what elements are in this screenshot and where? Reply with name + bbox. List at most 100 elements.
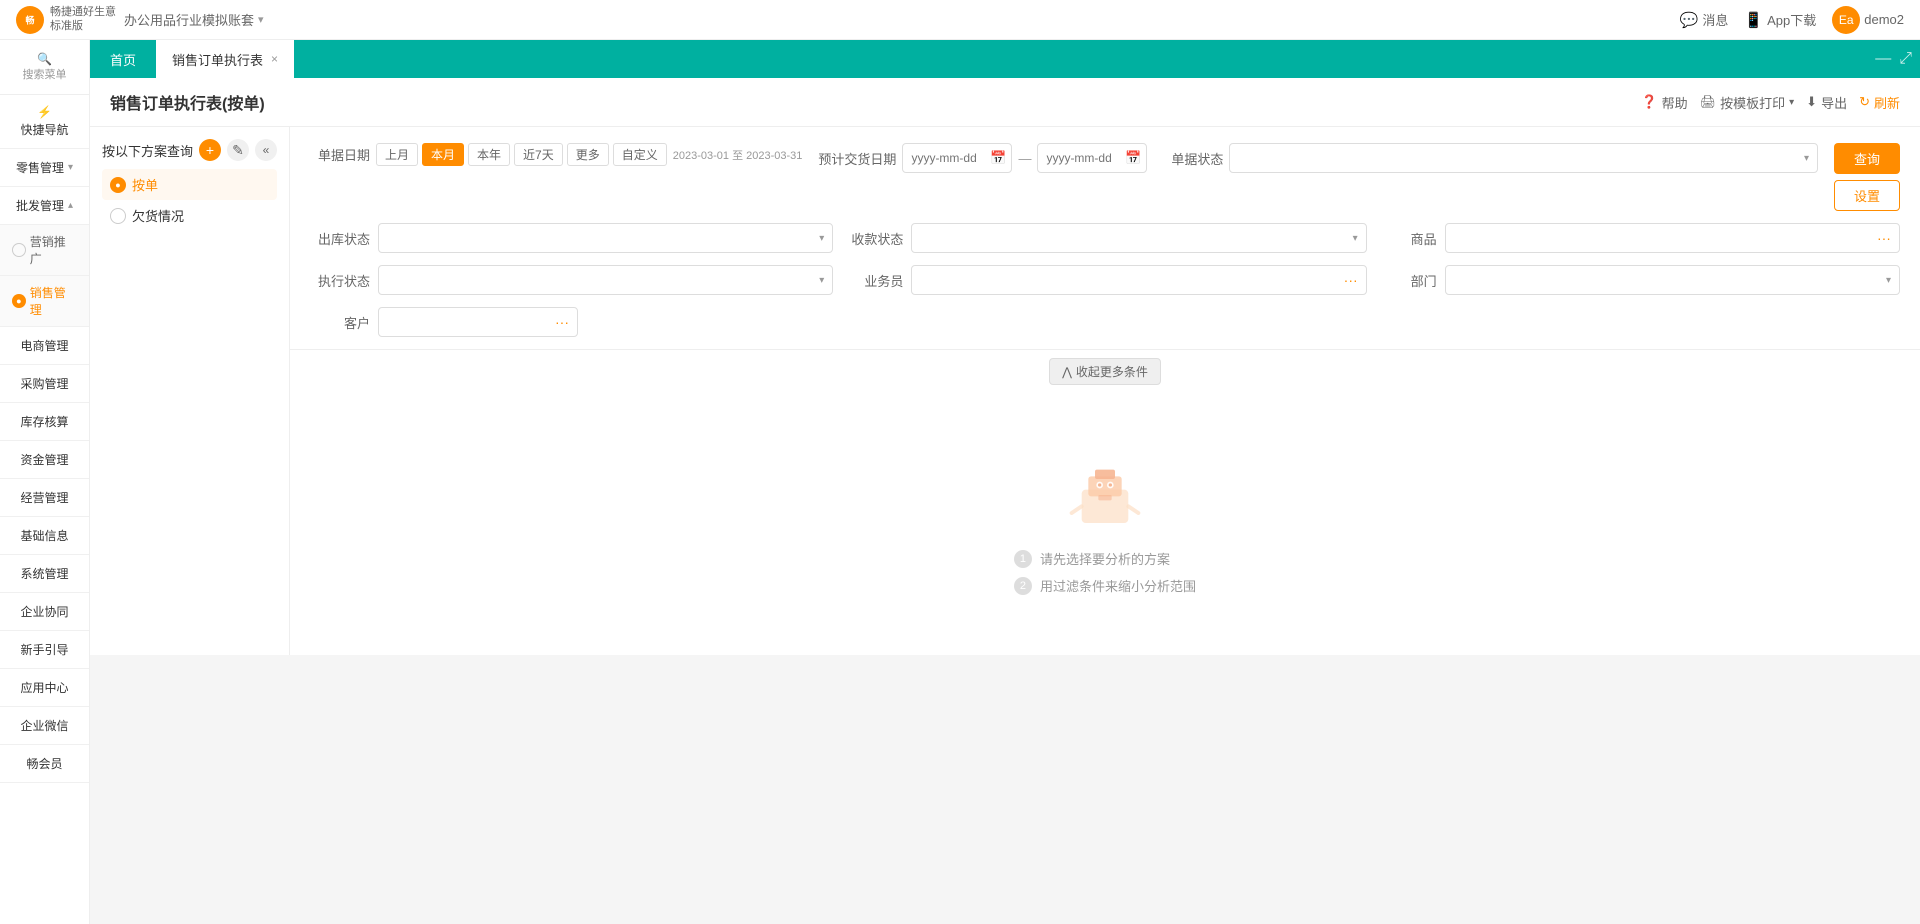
sidebar-item-lingshougul[interactable]: 零售管理 ▾ [0,149,89,187]
date-preset-jin7tian[interactable]: 近7天 [514,143,563,166]
collection-arrow-icon: ▾ [1353,233,1358,244]
scheme-edit-button[interactable]: ✎ [227,139,249,161]
collection-status-wrapper: ▾ [911,223,1366,253]
search-menu-button[interactable]: 🔍 搜索菜单 [8,48,81,86]
date-section: 单据日期 上月 本月 本年 近7天 更多 自定义 2023-03-01 至 20… [310,143,802,166]
settings-button[interactable]: 设置 [1834,180,1900,211]
sidebar-item-qiyeweixin[interactable]: 企业微信 [0,707,89,745]
breadcrumb-arrow-icon[interactable]: ▾ [258,13,264,26]
salesperson-input[interactable]: ··· [911,265,1366,295]
page-title: 销售订单执行表(按单) [110,90,265,126]
empty-tips: 1 请先选择要分析的方案 2 用过滤条件来缩小分析范围 [1014,549,1196,595]
sidebar-item-kuaijie[interactable]: ⚡ 快捷导航 [0,95,89,149]
sidebar-sub-pifa: 营销推广 ● 销售管理 [0,225,89,327]
sidebar-item-zijinguanli[interactable]: 资金管理 [0,441,89,479]
delivery-date-end-wrapper: 📅 [1037,143,1147,173]
sidebar-item-changhuyuan[interactable]: 畅会员 [0,745,89,783]
query-button[interactable]: 查询 [1834,143,1900,174]
refresh-icon: ↻ [1859,94,1870,110]
user-menu[interactable]: Ea demo2 [1832,6,1904,34]
sidebar-item-yingyongzhongxin[interactable]: 应用中心 [0,669,89,707]
left-panel: 按以下方案查询 + ✎ « ● 按单 欠货情况 [90,127,290,655]
customer-field: 客户 ··· [310,307,578,337]
sidebar-item-yingxiao[interactable]: 营销推广 [0,225,89,276]
execution-status-dropdown[interactable]: ▾ [378,265,833,295]
date-preset-bennian[interactable]: 本年 [468,143,510,166]
sidebar-item-jichuxxinxi[interactable]: 基础信息 [0,517,89,555]
app-download-button[interactable]: 📱 App下载 [1744,10,1816,29]
delivery-date-start-wrapper: 📅 [902,143,1012,173]
maximize-window-button[interactable]: ⤢ [1899,50,1912,68]
print-template-button[interactable]: 🖨 按模板打印 ▾ [1700,93,1795,112]
delivery-status-dropdown[interactable]: ▾ [378,223,833,253]
tip-num-2: 2 [1014,577,1032,595]
help-icon: ❓ [1641,94,1657,110]
sidebar-item-qiyexieyi[interactable]: 企业协同 [0,593,89,631]
customer-input[interactable]: ··· [378,307,578,337]
scheme-header: 按以下方案查询 + ✎ « [102,139,277,161]
sidebar-item-kucunhesuan[interactable]: 库存核算 [0,403,89,441]
date-preset-benyue[interactable]: 本月 [422,143,464,166]
delivery-status-wrapper: ▾ [378,223,833,253]
date-preset-custom[interactable]: 自定义 [613,143,667,166]
tab-active[interactable]: 销售订单执行表 × [156,40,294,78]
collection-status-dropdown[interactable]: ▾ [911,223,1366,253]
delivery-date-start-input[interactable] [902,143,1012,173]
top-header: 畅 畅捷通好生意 标准版 办公用品行业模拟账套 ▾ 💬 消息 📱 App下载 E… [0,0,1920,40]
order-status-dropdown[interactable]: ▾ [1229,143,1818,173]
breadcrumb-text: 办公用品行业模拟账套 [124,10,254,29]
search-icon: 🔍 [37,52,52,66]
help-button[interactable]: ❓ 帮助 [1641,93,1687,112]
message-button[interactable]: 💬 消息 [1680,10,1729,29]
logo-area: 畅 畅捷通好生意 标准版 [16,6,116,34]
print-arrow-icon: ▾ [1789,97,1794,108]
sidebar-item-pifaguanli[interactable]: 批发管理 ▴ [0,187,89,225]
app-download-icon: 📱 [1744,11,1763,29]
sidebar-item-dianshanggul[interactable]: 电商管理 [0,327,89,365]
department-dropdown[interactable]: ▾ [1445,265,1900,295]
collapse-button[interactable]: ⋀ 收起更多条件 [1049,358,1161,385]
date-range-text: 2023-03-01 至 2023-03-31 [673,147,803,163]
logo-icon: 畅 [16,6,44,34]
scheme-add-button[interactable]: + [199,139,221,161]
date-preset-more[interactable]: 更多 [567,143,609,166]
sidebar-item-xiaoshou[interactable]: ● 销售管理 [0,276,89,327]
scheme-active-icon: ● [110,177,126,193]
refresh-button[interactable]: ↻ 刷新 [1859,93,1900,112]
order-status-wrapper: ▾ [1229,143,1818,173]
tab-bar-actions: — ⤢ [1867,40,1920,78]
sidebar-item-xinshouyindao[interactable]: 新手引导 [0,631,89,669]
sidebar-item-xitonggul[interactable]: 系统管理 [0,555,89,593]
minimize-window-button[interactable]: — [1875,50,1891,68]
tab-home[interactable]: 首页 [90,40,156,78]
breadcrumb: 办公用品行业模拟账套 ▾ [124,10,264,29]
sub-item-icon [12,243,26,257]
empty-state: 1 请先选择要分析的方案 2 用过滤条件来缩小分析范围 [290,393,1920,655]
tab-spacer [294,40,1867,78]
execution-arrow-icon: ▾ [819,275,824,286]
expected-delivery-section: 预计交货日期 📅 — 📅 [818,143,1147,173]
empty-illustration [1065,453,1145,533]
sidebar-item-caigou[interactable]: 采购管理 [0,365,89,403]
filter-row-4: 客户 ··· [310,307,1900,337]
date-preset-shanguyue[interactable]: 上月 [376,143,418,166]
goods-input[interactable]: ··· [1445,223,1900,253]
export-button[interactable]: ⬇ 导出 [1806,93,1847,112]
export-icon: ⬇ [1806,94,1817,110]
filter-row-1: 单据日期 上月 本月 本年 近7天 更多 自定义 2023-03-01 至 20… [310,143,1900,211]
order-status-section: 单据状态 ▾ [1163,143,1818,173]
execution-status-field: 执行状态 ▾ [310,265,833,295]
body-area: 按以下方案查询 + ✎ « ● 按单 欠货情况 [90,127,1920,655]
sub-item-active-icon: ● [12,294,26,308]
tab-close-button[interactable]: × [271,52,278,66]
scheme-item-0[interactable]: ● 按单 [102,169,277,200]
delivery-date-end-input[interactable] [1037,143,1147,173]
collapse-icon: ⋀ [1062,365,1072,379]
scheme-item-1[interactable]: 欠货情况 [102,200,277,231]
scheme-collapse-button[interactable]: « [255,139,277,161]
collection-status-field: 收款状态 ▾ [843,223,1366,253]
page-header: 销售订单执行表(按单) ❓ 帮助 🖨 按模板打印 ▾ ⬇ 导出 [90,78,1920,127]
filter-and-action-area: 单据日期 上月 本月 本年 近7天 更多 自定义 2023-03-01 至 20… [290,127,1920,655]
sidebar-item-jingyingguanli[interactable]: 经营管理 [0,479,89,517]
delivery-status-field: 出库状态 ▾ [310,223,833,253]
